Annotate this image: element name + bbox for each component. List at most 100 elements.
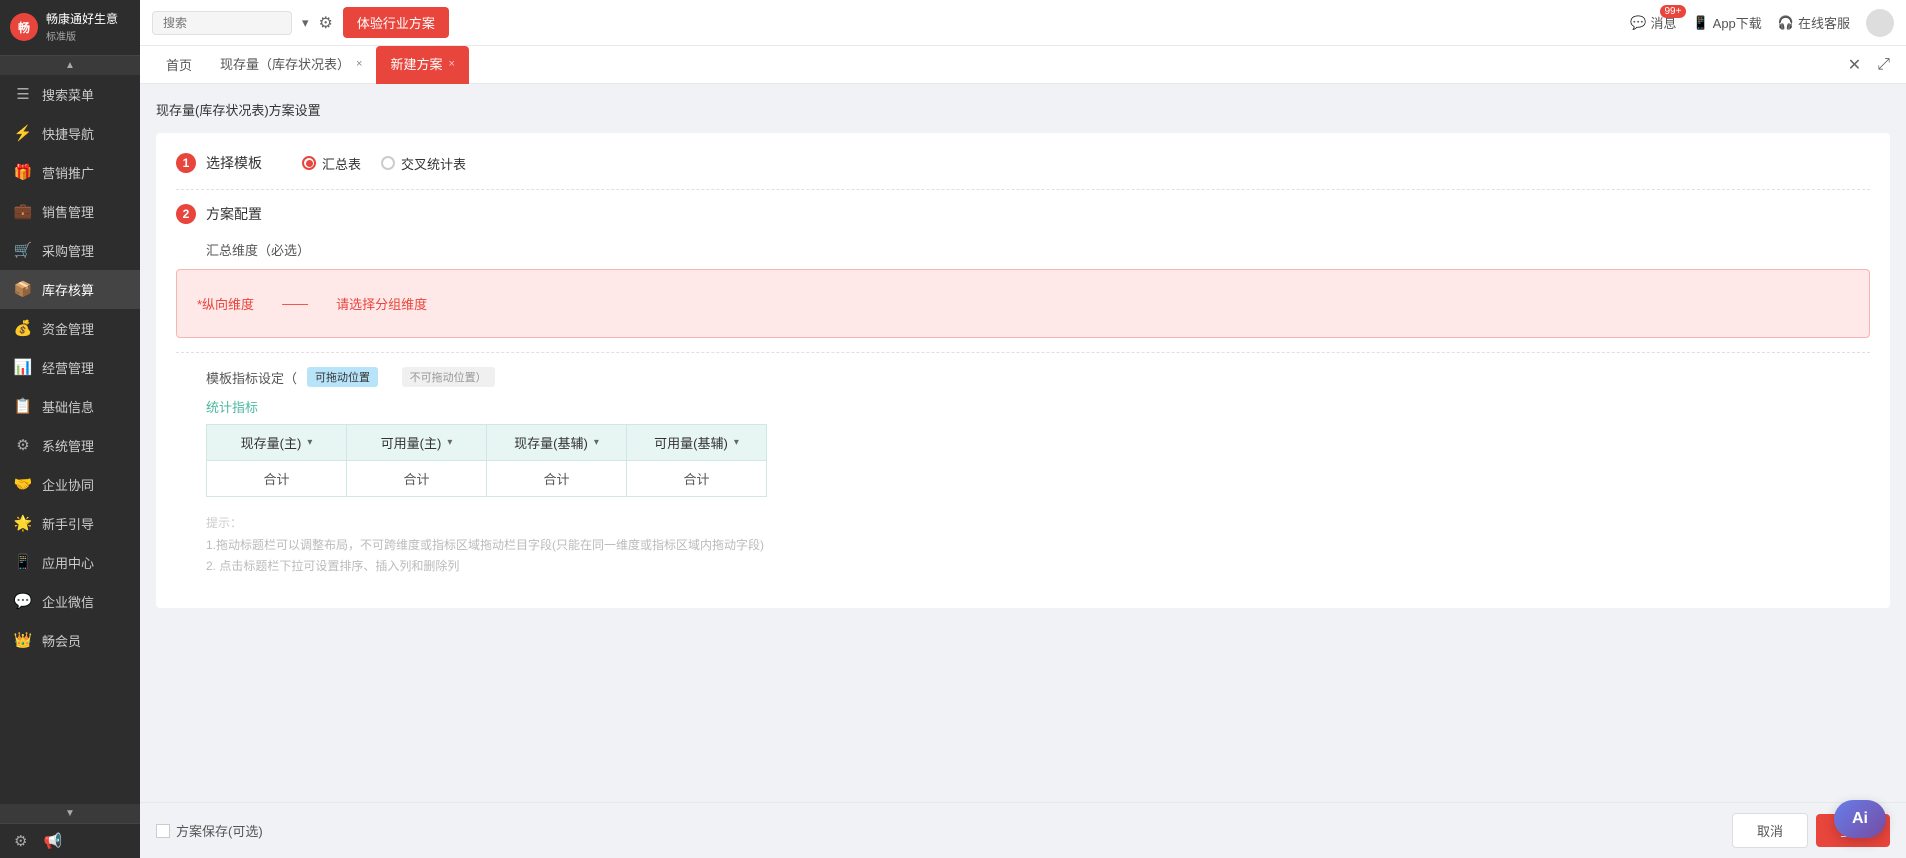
- expand-panel-icon[interactable]: ⤢: [1873, 54, 1894, 76]
- divider2: [176, 352, 1870, 353]
- app-download-btn[interactable]: 📱 App下载: [1692, 13, 1761, 32]
- stat-table-header-row: 现存量(主) ▾ 可用量(主) ▾: [207, 425, 767, 461]
- sidebar-logo: 畅 畅康通好生意 标准版: [0, 0, 140, 56]
- metric-config: 模板指标设定（ 可拖动位置 不可拖动位置） 统计指标 现存量(主): [176, 367, 1870, 497]
- sales-icon: 💼: [14, 202, 32, 220]
- main-area: ▾ ⚙ 体验行业方案 💬 消息 99+ 📱 App下载 🎧 在线客服 首页: [140, 0, 1906, 858]
- sidebar-item-search[interactable]: ☰ 搜索菜单: [0, 75, 140, 114]
- step1-num: 1: [176, 153, 196, 173]
- sidebar-item-appcenter[interactable]: 📱 应用中心: [0, 543, 140, 582]
- sidebar-item-quicknav[interactable]: ⚡ 快捷导航: [0, 114, 140, 153]
- sidebar-scroll-down[interactable]: ▼: [0, 804, 140, 823]
- finance-icon: 💰: [14, 319, 32, 337]
- new-scheme-tab-close-icon[interactable]: ×: [448, 58, 454, 70]
- avatar[interactable]: [1866, 9, 1894, 37]
- stat-table-data-row: 合计 合计 合计 合计: [207, 461, 767, 497]
- vertical-dim-box[interactable]: *纵向维度 —— 请选择分组维度: [176, 269, 1870, 338]
- sidebar-scroll-up[interactable]: ▲: [0, 56, 140, 75]
- sidebar-item-member[interactable]: 👑 畅会员: [0, 621, 140, 660]
- tab-inventory-status[interactable]: 现存量（库存状况表） ×: [206, 46, 376, 84]
- save-scheme-checkbox[interactable]: [156, 824, 170, 838]
- inventory-icon: 📦: [14, 280, 32, 298]
- messages-btn[interactable]: 💬 消息 99+: [1630, 13, 1676, 32]
- save-scheme-check[interactable]: 方案保存(可选): [156, 821, 263, 840]
- search-input[interactable]: [152, 11, 292, 35]
- messages-badge: 99+: [1660, 5, 1687, 18]
- ai-float-button[interactable]: Ai: [1834, 800, 1886, 838]
- template-options: 汇总表 交叉统计表: [302, 154, 466, 173]
- close-panel-icon[interactable]: ✕: [1844, 53, 1865, 77]
- topbar: ▾ ⚙ 体验行业方案 💬 消息 99+ 📱 App下载 🎧 在线客服: [140, 0, 1906, 46]
- sidebar-item-enterprise[interactable]: 🤝 企业协同: [0, 465, 140, 504]
- sidebar-item-marketing-label: 营销推广: [42, 163, 94, 182]
- select-dim-hint: 请选择分组维度: [336, 294, 427, 313]
- stat-col-3-label: 现存量(基辅): [514, 433, 588, 452]
- speaker-icon[interactable]: 📢: [43, 832, 62, 850]
- tab-home[interactable]: 首页: [152, 46, 206, 84]
- dropdown-arrow-icon[interactable]: ▾: [302, 15, 309, 31]
- radio-summary-circle: [302, 156, 316, 170]
- dim-dash: ——: [282, 296, 308, 311]
- tip2: 2. 点击标题栏下拉可设置排序、插入列和删除列: [206, 556, 1840, 578]
- tabs-right-actions: ✕ ⤢: [1844, 53, 1894, 77]
- page-title: 现存量(库存状况表)方案设置: [156, 100, 1890, 119]
- tips-title: 提示：: [206, 516, 242, 530]
- stat-cell-3: 合计: [487, 461, 627, 497]
- stat-col-2-label: 可用量(主): [381, 433, 442, 452]
- tabs-bar: 首页 现存量（库存状况表） × 新建方案 × ✕ ⤢: [140, 46, 1906, 84]
- sidebar-item-finance-label: 资金管理: [42, 319, 94, 338]
- radio-cross-table[interactable]: 交叉统计表: [381, 154, 466, 173]
- stat-col-2[interactable]: 可用量(主) ▾: [347, 425, 487, 461]
- sidebar-item-system[interactable]: ⚙ 系统管理: [0, 426, 140, 465]
- sidebar: 畅 畅康通好生意 标准版 ▲ ☰ 搜索菜单 ⚡ 快捷导航 🎁 营销推广 💼 销售…: [0, 0, 140, 858]
- sidebar-item-search-label: 搜索菜单: [42, 85, 94, 104]
- wechat-icon: 💬: [14, 592, 32, 610]
- app-edition: 标准版: [46, 28, 118, 43]
- enterprise-icon: 🤝: [14, 475, 32, 493]
- headset-icon: 🎧: [1778, 15, 1794, 31]
- app-logo-icon: 畅: [10, 13, 38, 41]
- radio-summary-table[interactable]: 汇总表: [302, 154, 361, 173]
- metric-config-label: 模板指标设定（ 可拖动位置 不可拖动位置）: [206, 367, 1870, 387]
- col3-chevron-icon: ▾: [594, 437, 599, 448]
- management-icon: 📊: [14, 358, 32, 376]
- sidebar-item-basicinfo[interactable]: 📋 基础信息: [0, 387, 140, 426]
- tab-new-scheme[interactable]: 新建方案 ×: [376, 46, 468, 84]
- stat-col-4[interactable]: 可用量(基辅) ▾: [627, 425, 767, 461]
- inventory-status-tab-close-icon[interactable]: ×: [356, 58, 362, 70]
- ai-label: Ai: [1852, 810, 1868, 828]
- sidebar-item-sales[interactable]: 💼 销售管理: [0, 192, 140, 231]
- quicknav-icon: ⚡: [14, 124, 32, 142]
- stat-cell-1: 合计: [207, 461, 347, 497]
- sidebar-item-inventory[interactable]: 📦 库存核算: [0, 270, 140, 309]
- sidebar-item-purchase[interactable]: 🛒 采购管理: [0, 231, 140, 270]
- home-tab-label: 首页: [166, 55, 192, 74]
- col1-chevron-icon: ▾: [307, 437, 312, 448]
- summary-dim-label: 汇总维度（必选）: [206, 240, 1870, 259]
- sidebar-item-newguide-label: 新手引导: [42, 514, 94, 533]
- topbar-right: 💬 消息 99+ 📱 App下载 🎧 在线客服: [1630, 9, 1894, 37]
- system-icon: ⚙: [14, 436, 32, 454]
- sidebar-item-management[interactable]: 📊 经营管理: [0, 348, 140, 387]
- step2-num: 2: [176, 204, 196, 224]
- new-scheme-tab-label: 新建方案: [390, 54, 442, 73]
- cancel-button[interactable]: 取消: [1732, 813, 1808, 848]
- stat-col-3[interactable]: 现存量(基辅) ▾: [487, 425, 627, 461]
- step1-header: 1 选择模板 汇总表 交叉统计表: [176, 153, 1870, 173]
- trial-btn[interactable]: 体验行业方案: [343, 7, 449, 38]
- settings-gear-icon[interactable]: ⚙: [319, 13, 333, 33]
- stat-section-title: 统计指标: [206, 397, 1870, 416]
- sidebar-item-marketing[interactable]: 🎁 营销推广: [0, 153, 140, 192]
- sidebar-item-finance[interactable]: 💰 资金管理: [0, 309, 140, 348]
- sidebar-item-member-label: 畅会员: [42, 631, 81, 650]
- service-btn[interactable]: 🎧 在线客服: [1778, 13, 1850, 32]
- stat-table: 现存量(主) ▾ 可用量(主) ▾: [206, 424, 767, 497]
- radio-summary-inner: [306, 160, 313, 167]
- stat-col-4-label: 可用量(基辅): [654, 433, 728, 452]
- settings-icon[interactable]: ⚙: [14, 832, 27, 850]
- stat-col-1[interactable]: 现存量(主) ▾: [207, 425, 347, 461]
- sidebar-item-wechat-label: 企业微信: [42, 592, 94, 611]
- sidebar-item-wechat[interactable]: 💬 企业微信: [0, 582, 140, 621]
- sidebar-item-newguide[interactable]: 🌟 新手引导: [0, 504, 140, 543]
- search-menu-icon: ☰: [14, 85, 32, 103]
